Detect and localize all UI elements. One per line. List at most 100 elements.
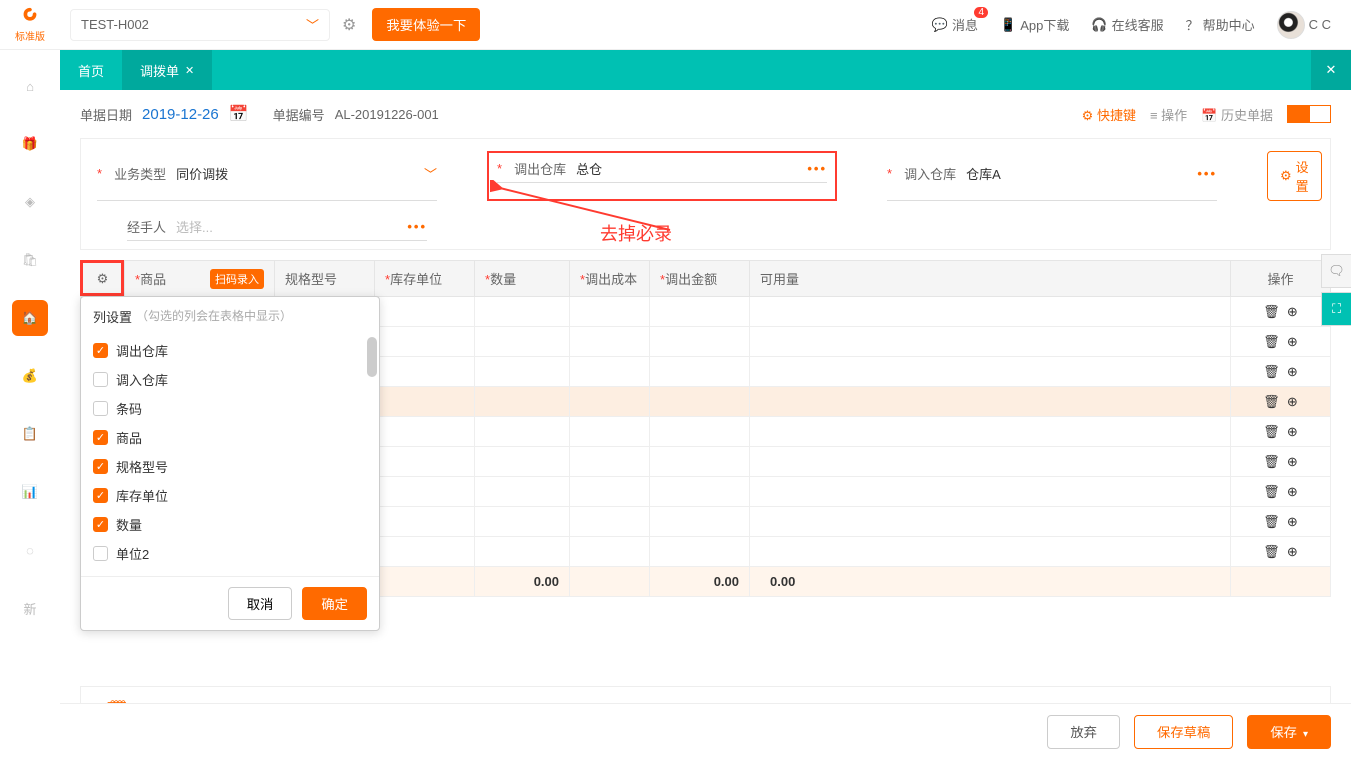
delete-icon[interactable]: 🗑 [1263, 544, 1280, 559]
delete-icon[interactable]: 🗑 [1263, 484, 1280, 499]
sidebar-warehouse-icon[interactable]: 🏠 [12, 300, 48, 336]
org-name: TEST-H002 [81, 17, 149, 32]
popover-title: 列设置 [93, 307, 132, 326]
column-toggle-item[interactable]: 单位2 [93, 539, 367, 568]
delete-icon[interactable]: 🗑 [1263, 454, 1280, 469]
scrollbar-thumb[interactable] [367, 337, 377, 377]
logo-icon [19, 6, 41, 28]
col-amount[interactable]: *调出金额 [650, 261, 750, 297]
sidebar-home-icon[interactable]: ⌂ [12, 68, 48, 104]
column-toggle-item[interactable]: 调入仓库 [93, 365, 367, 394]
col-avail[interactable]: 可用量 [750, 261, 1231, 297]
cta-button[interactable]: 我要体验一下 [372, 8, 480, 41]
calendar-icon[interactable]: 📅 [229, 104, 249, 124]
save-button[interactable]: 保存▾ [1247, 715, 1331, 749]
delete-icon[interactable]: 🗑 [1263, 394, 1280, 409]
col-unit[interactable]: *库存单位 [375, 261, 475, 297]
avatar [1277, 11, 1305, 39]
card-view-icon[interactable] [1309, 105, 1331, 123]
operate-link[interactable]: ≡ 操作 [1150, 105, 1187, 124]
checkbox[interactable]: ✓ [93, 430, 108, 445]
column-toggle-item[interactable]: ✓商品 [93, 423, 367, 452]
checkbox[interactable]: ✓ [93, 517, 108, 532]
tab-transfer[interactable]: 调拨单✕ [122, 50, 212, 90]
delete-icon[interactable]: 🗑 [1263, 364, 1280, 379]
insert-icon[interactable]: ⊕ [1287, 544, 1298, 559]
date-value[interactable]: 2019-12-26 [142, 106, 219, 123]
delete-icon[interactable]: 🗑 [1263, 424, 1280, 439]
cancel-button[interactable]: 取消 [228, 587, 293, 620]
col-qty[interactable]: *数量 [475, 261, 570, 297]
column-toggle-item[interactable]: 条码 [93, 394, 367, 423]
confirm-button[interactable]: 确定 [302, 587, 367, 620]
sidebar-money-icon[interactable]: 💰 [12, 358, 48, 394]
insert-icon[interactable]: ⊕ [1287, 424, 1298, 439]
out-warehouse-field[interactable]: *调出仓库 总仓 ••• [497, 159, 827, 183]
sidebar-new-icon[interactable]: 新 [12, 590, 48, 626]
insert-icon[interactable]: ⊕ [1287, 514, 1298, 529]
out-warehouse-highlight: *调出仓库 总仓 ••• [487, 151, 837, 201]
delete-icon[interactable]: 🗑 [1263, 334, 1280, 349]
insert-icon[interactable]: ⊕ [1287, 484, 1298, 499]
caret-down-icon: ▾ [1303, 729, 1308, 740]
more-icon[interactable]: ••• [807, 161, 827, 176]
settings-button[interactable]: ⚙设置 [1267, 151, 1322, 201]
column-toggle-item[interactable]: ✓调出仓库 [93, 336, 367, 365]
business-type-field[interactable]: *业务类型 同价调拨 ﹀ [97, 151, 437, 201]
tab-home[interactable]: 首页 [60, 50, 122, 90]
insert-icon[interactable]: ⊕ [1287, 334, 1298, 349]
sidebar-clipboard-icon[interactable]: 📋 [12, 416, 48, 452]
checkbox[interactable]: ✓ [93, 343, 108, 358]
col-op[interactable]: 操作 [1231, 261, 1331, 297]
column-toggle-item[interactable]: ✓库存单位 [93, 481, 367, 510]
delete-icon[interactable]: 🗑 [1263, 514, 1280, 529]
checkbox[interactable] [93, 372, 108, 387]
insert-icon[interactable]: ⊕ [1287, 304, 1298, 319]
history-link[interactable]: 📅 历史单据 [1201, 105, 1273, 124]
shortcut-link[interactable]: ⚙ 快捷键 [1082, 105, 1136, 124]
close-panel-icon[interactable]: ✕ [1311, 50, 1351, 90]
side-expand-icon[interactable]: ⛶ [1321, 292, 1351, 326]
service-link[interactable]: 🎧在线客服 [1091, 15, 1163, 34]
help-link[interactable]: ？帮助中心 [1186, 15, 1255, 34]
org-select[interactable]: TEST-H002 ﹀ [70, 9, 330, 41]
doc-header-right: ⚙ 快捷键 ≡ 操作 📅 历史单据 [1082, 105, 1331, 124]
main-content: 首页 调拨单✕ ✕ 单据日期 2019-12-26 📅 单据编号 AL-2019… [60, 50, 1351, 759]
gear-icon[interactable]: ⚙ [342, 15, 356, 35]
discard-button[interactable]: 放弃 [1047, 715, 1120, 749]
column-toggle-item[interactable]: ✓数量 [93, 510, 367, 539]
in-warehouse-field[interactable]: *调入仓库 仓库A ••• [887, 151, 1217, 201]
sidebar-bag-icon[interactable]: 🛍 [12, 242, 48, 278]
column-toggle-item[interactable]: ✓规格型号 [93, 452, 367, 481]
more-icon[interactable]: ••• [1197, 166, 1217, 181]
side-comment-icon[interactable]: 🗨 [1321, 254, 1351, 288]
user-menu[interactable]: C C [1277, 11, 1331, 39]
list-view-icon[interactable] [1287, 105, 1309, 123]
sidebar-gift-icon[interactable]: 🎁 [12, 126, 48, 162]
messages-link[interactable]: 💬消息 4 [932, 15, 978, 34]
more-icon[interactable]: ••• [407, 219, 427, 234]
view-toggle[interactable] [1287, 105, 1331, 123]
handler-field[interactable]: 经手人 选择... ••• [127, 217, 427, 241]
sidebar-loading-icon[interactable]: ◌ [12, 532, 48, 568]
sidebar-shop-icon[interactable]: ◈ [12, 184, 48, 220]
insert-icon[interactable]: ⊕ [1287, 364, 1298, 379]
col-cost[interactable]: *调出成本 [570, 261, 650, 297]
insert-icon[interactable]: ⊕ [1287, 454, 1298, 469]
checkbox[interactable]: ✓ [93, 459, 108, 474]
col-spec[interactable]: 规格型号 [275, 261, 375, 297]
insert-icon[interactable]: ⊕ [1287, 394, 1298, 409]
logo[interactable]: 标准版 [0, 6, 60, 43]
checkbox[interactable] [93, 401, 108, 416]
checkbox[interactable] [93, 546, 108, 561]
close-icon[interactable]: ✕ [185, 64, 194, 77]
scan-tag[interactable]: 扫码录入 [210, 269, 264, 289]
save-draft-button[interactable]: 保存草稿 [1134, 715, 1233, 749]
col-product[interactable]: *商品扫码录入 [125, 261, 275, 297]
checkbox[interactable]: ✓ [93, 488, 108, 503]
app-download-link[interactable]: 📱App下载 [1000, 15, 1069, 34]
column-settings-button[interactable]: ⚙ [81, 261, 125, 297]
column-settings-popover: 列设置（勾选的列会在表格中显示） ✓调出仓库调入仓库条码✓商品✓规格型号✓库存单… [80, 296, 380, 631]
sidebar-report-icon[interactable]: 📊 [12, 474, 48, 510]
delete-icon[interactable]: 🗑 [1263, 304, 1280, 319]
